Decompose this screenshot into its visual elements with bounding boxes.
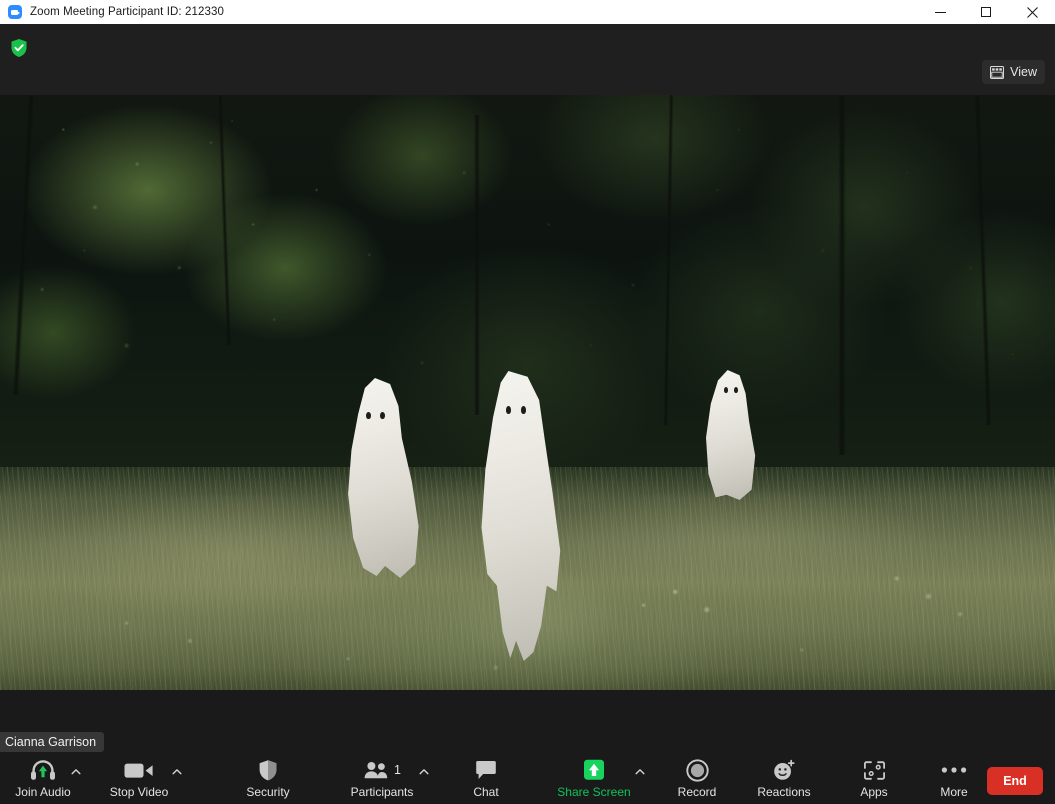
meeting-header-bar: View (0, 24, 1055, 95)
meeting-control-bar: Join Audio Stop Video (0, 754, 1055, 804)
ghost-sheet (700, 370, 760, 500)
zoom-logo-icon (7, 4, 23, 20)
record-button[interactable]: Record (664, 754, 730, 804)
join-audio-button[interactable]: Join Audio (0, 754, 86, 804)
join-audio-options-caret[interactable] (70, 766, 82, 778)
window-title-bar: Zoom Meeting Participant ID: 212330 (0, 0, 1055, 24)
layout-grid-icon (990, 66, 1004, 79)
view-button-label: View (1010, 65, 1037, 79)
record-circle-icon (686, 758, 709, 782)
tree-trunk (838, 95, 846, 455)
headset-join-audio-icon (30, 758, 56, 782)
zoom-meeting-window: Zoom Meeting Participant ID: 212330 (0, 0, 1055, 804)
smiley-plus-icon (772, 758, 796, 782)
ghost-eye (380, 412, 385, 419)
reactions-label: Reactions (757, 785, 810, 799)
participants-button[interactable]: 1 Participants (338, 754, 426, 804)
participants-count-badge: 1 (394, 764, 401, 777)
tree-trunk (474, 115, 480, 415)
encryption-shield-icon[interactable] (10, 38, 28, 58)
more-button[interactable]: More (926, 754, 982, 804)
end-meeting-label: End (1003, 774, 1027, 788)
minimize-button[interactable] (917, 0, 963, 24)
apps-label: Apps (860, 785, 887, 799)
end-meeting-button[interactable]: End (987, 767, 1043, 795)
share-screen-button[interactable]: Share Screen (546, 754, 642, 804)
ghost-eye (521, 406, 526, 414)
ghost-eye (506, 406, 511, 414)
people-icon: 1 (363, 758, 401, 782)
ghost-eye (734, 387, 738, 393)
ghost-figure-left (338, 378, 422, 578)
view-button[interactable]: View (982, 60, 1045, 84)
participant-name-tag: Cianna Garrison (0, 732, 104, 752)
share-screen-arrow-icon (582, 758, 606, 782)
share-screen-label: Share Screen (557, 785, 630, 799)
apps-button[interactable]: Apps (846, 754, 902, 804)
security-label: Security (246, 785, 289, 799)
ellipsis-icon (941, 758, 967, 782)
security-button[interactable]: Security (232, 754, 304, 804)
share-screen-options-caret[interactable] (634, 766, 646, 778)
shield-icon (258, 758, 278, 782)
ghost-figure-right (700, 370, 760, 500)
ghost-eye (724, 387, 728, 393)
participants-label: Participants (351, 785, 414, 799)
ghost-sheet (338, 378, 422, 578)
chat-label: Chat (473, 785, 498, 799)
chat-button[interactable]: Chat (458, 754, 514, 804)
join-audio-label: Join Audio (15, 785, 70, 799)
apps-bracket-icon (863, 758, 886, 782)
more-label: More (940, 785, 967, 799)
stop-video-button[interactable]: Stop Video (96, 754, 182, 804)
participant-name-label: Cianna Garrison (5, 735, 96, 749)
ghost-sheet (470, 371, 566, 661)
ghost-eye (366, 412, 371, 419)
reactions-button[interactable]: Reactions (744, 754, 824, 804)
maximize-button[interactable] (963, 0, 1009, 24)
ghost-figure-center (470, 371, 566, 661)
video-camera-icon (124, 758, 154, 782)
window-title: Zoom Meeting Participant ID: 212330 (30, 6, 224, 18)
chat-bubble-icon (475, 758, 497, 782)
virtual-background-scene (0, 95, 1055, 690)
stop-video-label: Stop Video (110, 785, 169, 799)
stop-video-options-caret[interactable] (171, 766, 183, 778)
participants-options-caret[interactable] (418, 766, 430, 778)
record-label: Record (678, 785, 717, 799)
close-button[interactable] (1009, 0, 1055, 24)
video-stage (0, 95, 1055, 690)
